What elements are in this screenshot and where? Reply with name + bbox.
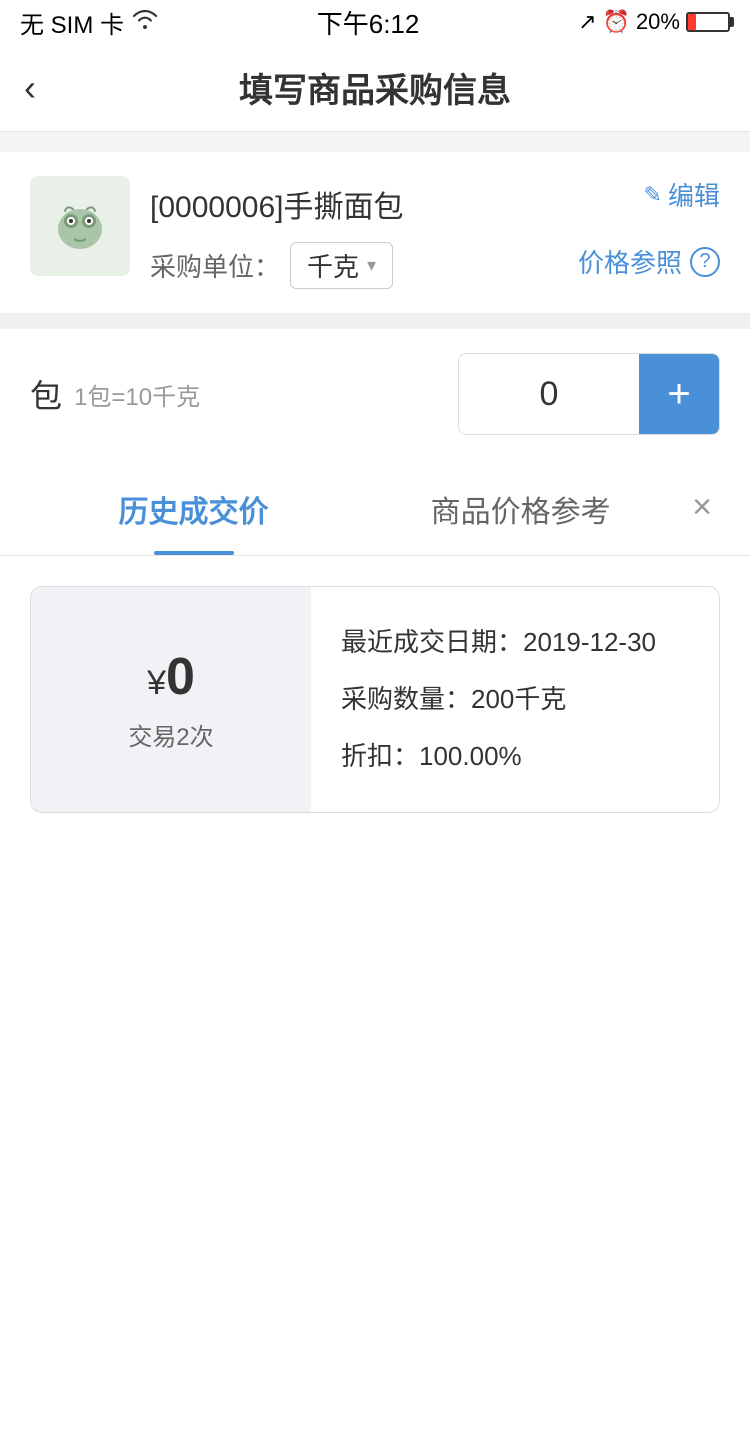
history-price-display: ¥0	[147, 647, 195, 707]
tabs-row: 历史成交价 商品价格参考 ×	[0, 459, 750, 556]
battery-percent: 20%	[636, 9, 680, 35]
bottom-space	[0, 843, 750, 1443]
battery-fill	[688, 14, 696, 30]
dropdown-arrow-icon: ▾	[367, 255, 376, 276]
price-number: 0	[166, 648, 195, 706]
history-detail-side: 最近成交日期：2019-12-30 采购数量：200千克 折扣：100.00%	[311, 587, 719, 812]
panel-close-button[interactable]: ×	[684, 482, 720, 532]
recent-date-line: 最近成交日期：2019-12-30	[341, 623, 689, 662]
product-left: [0000006]手撕面包 采购单位： 千克 ▾	[30, 176, 403, 289]
trade-count: 交易2次	[128, 717, 213, 752]
location-icon: ↗	[578, 9, 596, 35]
unit-selector[interactable]: 千克 ▾	[290, 242, 393, 289]
status-bar: 无 SIM 卡 下午6:12 ↗ ⏰ 20%	[0, 0, 750, 44]
recent-date-value: 2019-12-30	[523, 627, 656, 657]
quantity-increase-button[interactable]: +	[639, 354, 719, 434]
battery-icon	[686, 12, 730, 32]
quantity-left: 包 1包=10千克	[30, 371, 200, 417]
alarm-icon: ⏰	[603, 9, 630, 35]
unit-label: 采购单位：	[150, 247, 280, 284]
price-ref-row: 价格参照 ?	[578, 243, 720, 280]
purchase-qty-line: 采购数量：200千克	[341, 680, 689, 719]
carrier-text: 无 SIM 卡	[20, 5, 124, 40]
product-unit-row: 采购单位： 千克 ▾	[150, 242, 403, 289]
price-reference-panel: 历史成交价 商品价格参考 × ¥0 交易2次 最近成交日期：2019-12-30…	[0, 459, 750, 843]
edit-icon: ✎	[644, 182, 662, 208]
nav-bar: ‹ 填写商品采购信息	[0, 44, 750, 132]
price-ref-link[interactable]: 价格参照	[578, 243, 682, 280]
discount-value: 100.00%	[419, 741, 522, 771]
product-name: [0000006]手撕面包	[150, 182, 403, 226]
package-ratio: 1包=10千克	[74, 377, 200, 412]
unit-value: 千克	[307, 247, 359, 284]
price-ref-help-icon[interactable]: ?	[690, 247, 720, 277]
quantity-value: 0	[459, 361, 639, 428]
right-actions: ✎ 编辑 价格参照 ?	[578, 176, 720, 280]
currency-symbol: ¥	[147, 664, 166, 702]
tab-history-price[interactable]: 历史成交价	[30, 459, 357, 555]
quantity-row: 包 1包=10千克 0 +	[0, 329, 750, 459]
history-tab-content: ¥0 交易2次 最近成交日期：2019-12-30 采购数量：200千克 折扣：…	[0, 556, 750, 843]
tab-product-price-ref[interactable]: 商品价格参考	[357, 459, 684, 555]
product-header: [0000006]手撕面包 采购单位： 千克 ▾ ✎ 编辑 价格参照 ?	[30, 176, 720, 289]
tab-product-label: 商品价格参考	[431, 496, 611, 529]
page-title: 填写商品采购信息	[239, 63, 511, 112]
product-card: [0000006]手撕面包 采购单位： 千克 ▾ ✎ 编辑 价格参照 ?	[0, 152, 750, 313]
history-price-card: ¥0 交易2次 最近成交日期：2019-12-30 采购数量：200千克 折扣：…	[30, 586, 720, 813]
purchase-qty-label: 采购数量：	[341, 684, 471, 714]
discount-line: 折扣：100.00%	[341, 737, 689, 776]
recent-date-label: 最近成交日期：	[341, 627, 523, 657]
discount-label: 折扣：	[341, 741, 419, 771]
history-price-side: ¥0 交易2次	[31, 587, 311, 812]
back-button[interactable]: ‹	[24, 67, 36, 109]
status-right: ↗ ⏰ 20%	[578, 9, 730, 35]
edit-button[interactable]: ✎ 编辑	[644, 176, 720, 213]
product-thumbnail	[30, 176, 130, 276]
purchase-qty-value: 200千克	[471, 684, 566, 714]
status-time: 下午6:12	[317, 4, 420, 41]
product-info: [0000006]手撕面包 采购单位： 千克 ▾	[150, 176, 403, 289]
quantity-control: 0 +	[458, 353, 720, 435]
wifi-icon	[132, 8, 158, 36]
section-divider	[0, 313, 750, 329]
tab-history-label: 历史成交价	[119, 496, 269, 529]
status-left: 无 SIM 卡	[20, 5, 158, 40]
package-label: 包	[30, 371, 62, 417]
edit-label: 编辑	[668, 176, 720, 213]
